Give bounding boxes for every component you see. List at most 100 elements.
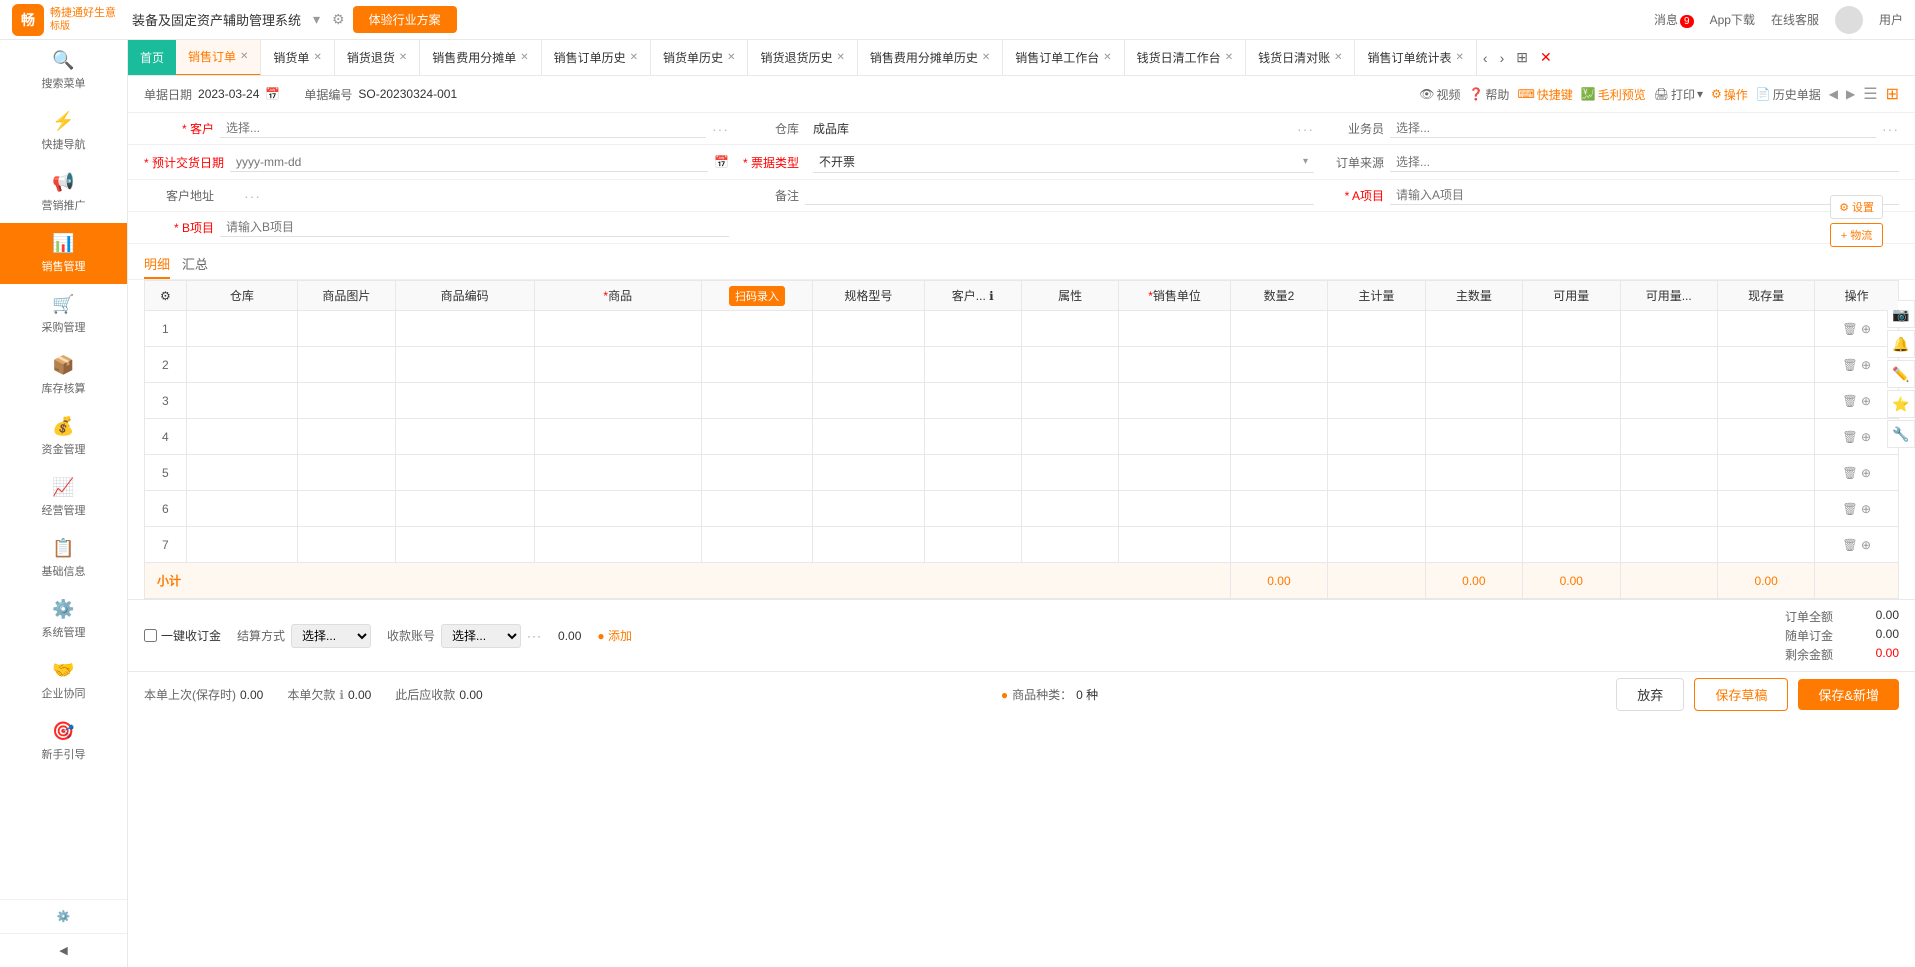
staff-more-btn[interactable]: ···	[1882, 121, 1899, 137]
sidebar-item-guide[interactable]: 🎯 新手引导	[0, 711, 127, 772]
row-stock-7[interactable]	[1717, 527, 1814, 563]
save-draft-btn[interactable]: 保存草稿	[1694, 678, 1788, 711]
row-code-5[interactable]	[395, 455, 534, 491]
row-avail2-7[interactable]	[1620, 527, 1717, 563]
row-attr-2[interactable]	[1021, 347, 1118, 383]
row-code-3[interactable]	[395, 383, 534, 419]
copy-icon-7[interactable]: ⊕	[1861, 538, 1871, 552]
delete-icon-4[interactable]: 🗑	[1842, 430, 1857, 444]
row-ops-4[interactable]: 🗑 ⊕	[1815, 419, 1899, 455]
delivery-calendar-icon[interactable]: 📅	[714, 155, 729, 169]
tab-daily-workbench[interactable]: 钱货日清工作台 ✕	[1125, 40, 1246, 76]
tab-sales-expense[interactable]: 销售费用分摊单 ✕	[420, 40, 541, 76]
table-wrapper[interactable]: ⚙ 仓库 商品图片 商品编码 *商品 扫码录入 规格型号 客户... ℹ 属性	[144, 280, 1899, 599]
row-qty2-7[interactable]	[1230, 527, 1327, 563]
row-qty2-1[interactable]	[1230, 311, 1327, 347]
tab-close-sales-statistics[interactable]: ✕	[1456, 52, 1464, 63]
row-image-1[interactable]	[298, 311, 395, 347]
row-warehouse-6[interactable]	[186, 491, 297, 527]
row-spec-6[interactable]	[813, 491, 924, 527]
grid-view-btn[interactable]: ⊞	[1886, 84, 1899, 104]
sidebar-item-collab[interactable]: 🤝 企业协同	[0, 650, 127, 711]
row-main-qty-1[interactable]	[1425, 311, 1522, 347]
row-scan-5[interactable]	[701, 455, 812, 491]
row-product-4[interactable]	[534, 419, 701, 455]
tab-close-daily-reconcile[interactable]: ✕	[1334, 52, 1342, 63]
delete-icon-1[interactable]: 🗑	[1842, 322, 1857, 336]
copy-icon-4[interactable]: ⊕	[1861, 430, 1871, 444]
tab-sales-order[interactable]: 销售订单 ✕	[176, 40, 261, 76]
row-avail2-5[interactable]	[1620, 455, 1717, 491]
copy-icon-1[interactable]: ⊕	[1861, 322, 1871, 336]
rf-star-btn[interactable]: ⭐	[1887, 390, 1915, 418]
tab-next-btn[interactable]: ›	[1494, 50, 1511, 66]
row-code-7[interactable]	[395, 527, 534, 563]
row-stock-2[interactable]	[1717, 347, 1814, 383]
tab-close-sales-expense[interactable]: ✕	[520, 52, 528, 63]
remark-input[interactable]	[805, 186, 1314, 205]
row-image-5[interactable]	[298, 455, 395, 491]
row-scan-7[interactable]	[701, 527, 812, 563]
tab-close-all-btn[interactable]: ✕	[1534, 49, 1558, 66]
account-more-btn[interactable]: ···	[527, 629, 542, 643]
sidebar-item-search[interactable]: 🔍 搜索菜单	[0, 40, 127, 101]
delete-icon-5[interactable]: 🗑	[1842, 466, 1857, 480]
row-scan-2[interactable]	[701, 347, 812, 383]
row-ops-3[interactable]: 🗑 ⊕	[1815, 383, 1899, 419]
row-code-6[interactable]	[395, 491, 534, 527]
tab-sales-return[interactable]: 销货退货 ✕	[335, 40, 420, 76]
account-select[interactable]: 选择...	[441, 624, 521, 648]
tab-close-return-history[interactable]: ✕	[836, 52, 844, 63]
help-btn[interactable]: ❓ 帮助	[1468, 86, 1509, 103]
row-stock-4[interactable]	[1717, 419, 1814, 455]
row-main-unit-2[interactable]	[1328, 347, 1425, 383]
row-qty2-3[interactable]	[1230, 383, 1327, 419]
warehouse-more-btn[interactable]: ···	[1297, 121, 1314, 137]
row-warehouse-7[interactable]	[186, 527, 297, 563]
row-product-5[interactable]	[534, 455, 701, 491]
b-project-input[interactable]	[220, 218, 729, 237]
industry-btn[interactable]: 体验行业方案	[353, 6, 457, 33]
row-image-4[interactable]	[298, 419, 395, 455]
row-attr-1[interactable]	[1021, 311, 1118, 347]
row-main-qty-3[interactable]	[1425, 383, 1522, 419]
row-scan-6[interactable]	[701, 491, 812, 527]
sidebar-collapse-btn[interactable]: ◀	[0, 933, 127, 967]
row-avail-6[interactable]	[1523, 491, 1620, 527]
row-main-qty-5[interactable]	[1425, 455, 1522, 491]
row-main-unit-4[interactable]	[1328, 419, 1425, 455]
row-ops-1[interactable]: 🗑 ⊕	[1815, 311, 1899, 347]
row-cust-code-1[interactable]	[924, 311, 1021, 347]
row-product-7[interactable]	[534, 527, 701, 563]
row-warehouse-4[interactable]	[186, 419, 297, 455]
tab-close-order-workbench[interactable]: ✕	[1103, 52, 1111, 63]
view-btn[interactable]: 👁 视频	[1419, 86, 1460, 103]
row-unit-7[interactable]	[1119, 527, 1230, 563]
customer-more-btn[interactable]: ···	[712, 121, 729, 137]
user-name-btn[interactable]: 用户	[1879, 11, 1903, 28]
row-product-3[interactable]	[534, 383, 701, 419]
row-unit-3[interactable]	[1119, 383, 1230, 419]
settings-icon[interactable]: ⚙	[332, 11, 345, 28]
rf-tool-btn[interactable]: 🔧	[1887, 420, 1915, 448]
tab-home[interactable]: 首页	[128, 40, 176, 76]
tab-expense-history[interactable]: 销售费用分摊单历史 ✕	[858, 40, 1003, 76]
row-spec-4[interactable]	[813, 419, 924, 455]
row-ops-7[interactable]: 🗑 ⊕	[1815, 527, 1899, 563]
row-cust-code-2[interactable]	[924, 347, 1021, 383]
profit-btn[interactable]: 💹 毛利预览	[1581, 86, 1646, 103]
row-ops-5[interactable]: 🗑 ⊕	[1815, 455, 1899, 491]
row-stock-3[interactable]	[1717, 383, 1814, 419]
row-attr-7[interactable]	[1021, 527, 1118, 563]
tab-sales-statistics[interactable]: 销售订单统计表 ✕	[1355, 40, 1476, 76]
add-logistics-btn[interactable]: + 物流	[1830, 223, 1883, 247]
row-product-2[interactable]	[534, 347, 701, 383]
row-attr-5[interactable]	[1021, 455, 1118, 491]
row-main-qty-7[interactable]	[1425, 527, 1522, 563]
copy-icon-6[interactable]: ⊕	[1861, 502, 1871, 516]
arrears-help-icon[interactable]: ℹ	[339, 688, 344, 702]
row-unit-5[interactable]	[1119, 455, 1230, 491]
add-payment-btn[interactable]: ● 添加	[597, 627, 632, 644]
next-record-btn[interactable]: ▶	[1846, 87, 1855, 101]
row-unit-4[interactable]	[1119, 419, 1230, 455]
